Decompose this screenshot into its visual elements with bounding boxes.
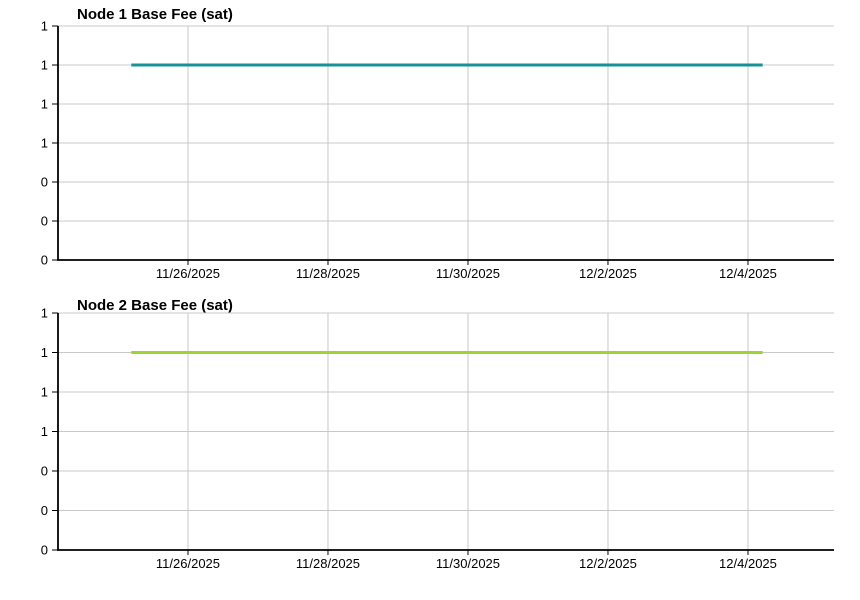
y-tick-label: 0 [41,543,48,558]
x-tick-label: 11/30/2025 [436,266,500,281]
x-tick-label: 12/2/2025 [579,556,637,571]
y-tick-label: 1 [41,97,48,112]
x-tick-label: 12/4/2025 [719,556,777,571]
y-tick-label: 1 [41,58,48,73]
x-tick-label: 11/26/2025 [156,266,220,281]
y-tick-label: 0 [41,253,48,268]
y-tick-label: 0 [41,464,48,479]
y-tick-label: 1 [41,306,48,321]
charts-canvas: 1 1 1 1 0 0 0 11/26/2025 11/28/2025 11/30/2025 12/… [0,0,860,600]
y-tick-label: 1 [41,136,48,151]
y-tick-label: 1 [41,385,48,400]
y-tick-label: 1 [41,19,48,34]
base-fee-dashboard: Node 1 Base Fee (sat) Node 2 Base Fee (s… [0,0,860,600]
y-tick-label: 1 [41,345,48,360]
y-tick-label: 0 [41,214,48,229]
x-tick-label: 12/4/2025 [719,266,777,281]
x-tick-label: 11/30/2025 [436,556,500,571]
x-tick-label: 11/28/2025 [296,266,360,281]
x-tick-label: 11/26/2025 [156,556,220,571]
x-tick-label: 12/2/2025 [579,266,637,281]
y-tick-label: 0 [41,175,48,190]
y-tick-label: 0 [41,503,48,518]
x-tick-label: 11/28/2025 [296,556,360,571]
y-tick-label: 1 [41,424,48,439]
